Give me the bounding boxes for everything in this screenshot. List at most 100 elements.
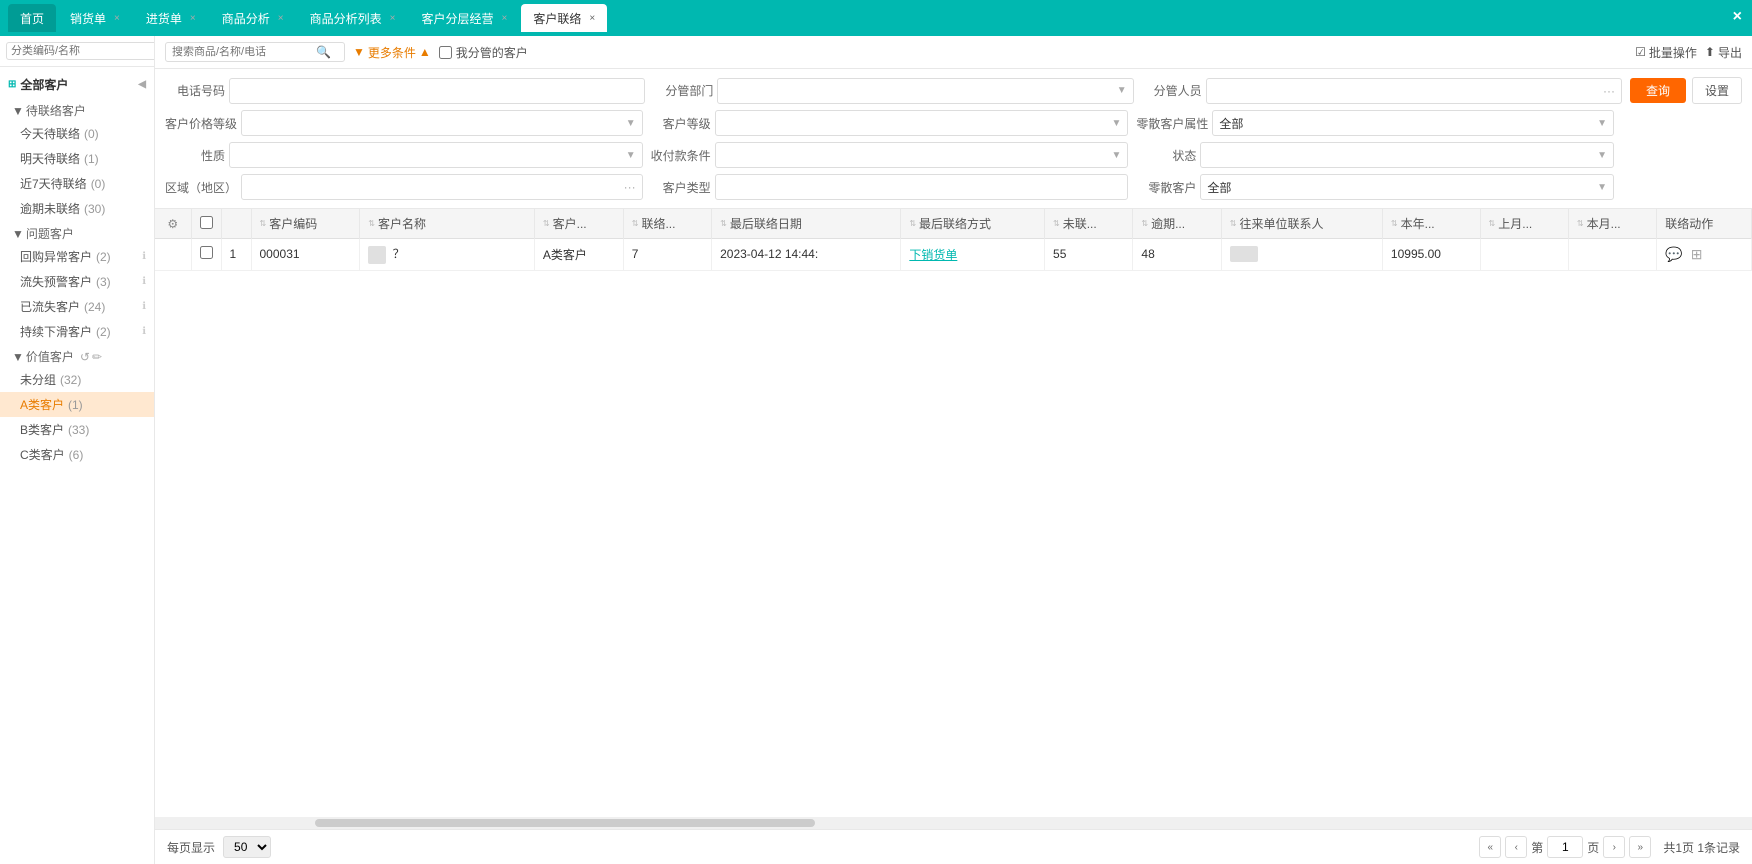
- filter-phone-label: 电话号码: [165, 82, 225, 99]
- sidebar-item-class-b[interactable]: B类客户 (33): [0, 417, 154, 442]
- sidebar-value-refresh-icon[interactable]: ↺: [80, 350, 90, 364]
- filter-customer-level-select[interactable]: ▼: [715, 110, 1129, 136]
- col-last-method-label: 最后联络方式: [919, 215, 991, 232]
- per-page-select[interactable]: 50: [223, 836, 271, 858]
- col-last-month: ⇅ 上月...: [1480, 209, 1568, 239]
- main-layout: 🔍 ⊞ 全部客户 ◀ ▼ 待联络客户 今天待联络 (0) 明天待联络 (1): [0, 36, 1752, 864]
- my-customer-checkbox-label[interactable]: 我分管的客户: [439, 44, 528, 61]
- sidebar-declining-info-icon[interactable]: ℹ: [142, 326, 146, 337]
- sidebar-all-customers[interactable]: ⊞ 全部客户 ◀: [0, 71, 154, 98]
- more-filter-arrow: ▲: [419, 45, 431, 59]
- sidebar-collapse-btn[interactable]: ◀: [138, 79, 146, 90]
- table-row: 1 000031 ？ A类客户 7: [155, 239, 1752, 271]
- tab-analysis-list-close[interactable]: ×: [390, 13, 396, 24]
- sidebar-item-class-a[interactable]: A类客户 (1): [0, 392, 154, 417]
- next-page-button[interactable]: ›: [1603, 836, 1625, 858]
- filter-manager: 分管人员 ···: [1142, 78, 1622, 104]
- table-footer: 每页显示 50 « ‹ 第 页 › » 共1页 1条记录: [155, 829, 1752, 864]
- sidebar-unclassified-count: (32): [60, 373, 81, 387]
- filter-manager-select[interactable]: ···: [1206, 78, 1622, 104]
- sidebar-7days-count: (0): [91, 177, 106, 191]
- sidebar-item-class-c[interactable]: C类客户 (6): [0, 442, 154, 467]
- sidebar-item-overdue[interactable]: 逾期未联络 (30): [0, 196, 154, 221]
- tab-customer-contact[interactable]: 客户联络 ×: [521, 4, 607, 32]
- filter-retail-attr-arrow: ▼: [1597, 118, 1607, 129]
- sidebar-repurchase-info-icon[interactable]: ℹ: [142, 251, 146, 262]
- sidebar-item-unclassified[interactable]: 未分组 (32): [0, 367, 154, 392]
- row-qrcode-icon[interactable]: ⊞: [1691, 246, 1703, 263]
- sidebar-item-today[interactable]: 今天待联络 (0): [0, 121, 154, 146]
- sidebar-churned-info-icon[interactable]: ℹ: [142, 301, 146, 312]
- tab-analysis-close[interactable]: ×: [278, 13, 284, 24]
- table-settings-icon[interactable]: ⚙: [167, 217, 178, 231]
- tab-analysis-label: 商品分析: [222, 10, 270, 27]
- filter-payment-select[interactable]: ▼: [715, 142, 1129, 168]
- sidebar-item-churn-warning[interactable]: 流失预警客户 (3) ℹ: [0, 269, 154, 294]
- col-last-method-sort-icon: ⇅: [909, 219, 916, 228]
- sidebar-item-declining[interactable]: 持续下滑客户 (2) ℹ: [0, 319, 154, 344]
- horizontal-scrollbar[interactable]: [155, 817, 1752, 829]
- sidebar-item-tomorrow[interactable]: 明天待联络 (1): [0, 146, 154, 171]
- window-close-button[interactable]: ×: [1733, 8, 1742, 26]
- tab-customer-segment-close[interactable]: ×: [501, 13, 507, 24]
- tab-sales-close[interactable]: ×: [114, 13, 120, 24]
- sidebar-item-7days[interactable]: 近7天待联络 (0): [0, 171, 154, 196]
- filter-price-level-select[interactable]: ▼: [241, 110, 643, 136]
- tab-analysis-list[interactable]: 商品分析列表 ×: [298, 4, 408, 32]
- filter-region-select[interactable]: ···: [241, 174, 643, 200]
- prev-page-button[interactable]: ‹: [1505, 836, 1527, 858]
- row-checkbox[interactable]: [200, 246, 213, 259]
- row-chat-icon[interactable]: 💬: [1665, 246, 1682, 263]
- tab-purchase-close[interactable]: ×: [190, 13, 196, 24]
- filter-manager-label: 分管人员: [1142, 82, 1202, 99]
- scrollbar-thumb[interactable]: [315, 819, 815, 827]
- filter-nature-select[interactable]: ▼: [229, 142, 643, 168]
- row-level-cell: A类客户: [534, 239, 623, 271]
- tab-purchase[interactable]: 进货单 ×: [134, 4, 208, 32]
- my-customer-checkbox[interactable]: [439, 46, 452, 59]
- filter-customer-type-select[interactable]: [715, 174, 1129, 200]
- col-this-year: ⇅ 本年...: [1382, 209, 1480, 239]
- col-level-sort-icon: ⇅: [543, 219, 550, 228]
- last-page-button[interactable]: »: [1629, 836, 1651, 858]
- main-search-input[interactable]: [172, 46, 312, 58]
- main-search-icon[interactable]: 🔍: [316, 45, 331, 59]
- my-customer-label: 我分管的客户: [456, 44, 528, 61]
- tab-home[interactable]: 首页: [8, 4, 56, 32]
- export-button[interactable]: ⬆ 导出: [1705, 44, 1742, 61]
- tab-sales[interactable]: 销货单 ×: [58, 4, 132, 32]
- filter-phone-input[interactable]: [229, 78, 645, 104]
- col-code-label: 客户编码: [269, 215, 317, 232]
- sidebar-section-value[interactable]: ▼ 价值客户 ↺ ✏: [0, 344, 154, 367]
- filter-retail-customer-select[interactable]: 全部 ▼: [1200, 174, 1614, 200]
- sidebar-section-problem[interactable]: ▼ 问题客户: [0, 221, 154, 244]
- tab-customer-segment[interactable]: 客户分层经营 ×: [409, 4, 519, 32]
- sidebar-value-edit-icon[interactable]: ✏: [92, 350, 102, 364]
- sidebar-churn-warning-label: 流失预警客户: [20, 273, 92, 290]
- sidebar-item-churned[interactable]: 已流失客户 (24) ℹ: [0, 294, 154, 319]
- query-button[interactable]: 查询: [1630, 78, 1686, 103]
- sidebar-value-label: 价值客户: [26, 348, 74, 365]
- more-filter-button[interactable]: ▼ 更多条件 ▲: [353, 44, 431, 61]
- settings-button[interactable]: 设置: [1692, 77, 1742, 104]
- sidebar-churn-warning-info-icon[interactable]: ℹ: [142, 276, 146, 287]
- filter-customer-type-label: 客户类型: [651, 179, 711, 196]
- page-input[interactable]: [1547, 836, 1583, 858]
- filter-retail-attr-select[interactable]: 全部 ▼: [1212, 110, 1614, 136]
- row-checkbox-cell: [191, 239, 221, 271]
- batch-op-button[interactable]: ☑ 批量操作: [1635, 44, 1697, 61]
- sidebar-item-repurchase-abnormal[interactable]: 回购异常客户 (2) ℹ: [0, 244, 154, 269]
- tab-analysis[interactable]: 商品分析 ×: [210, 4, 296, 32]
- sidebar-search-input[interactable]: [6, 42, 155, 60]
- batch-op-label: 批量操作: [1649, 44, 1697, 61]
- first-page-button[interactable]: «: [1479, 836, 1501, 858]
- sidebar-section-pending[interactable]: ▼ 待联络客户: [0, 98, 154, 121]
- table-select-all[interactable]: [200, 216, 213, 229]
- sidebar-today-count: (0): [84, 127, 99, 141]
- row-last-method[interactable]: 下销货单: [909, 248, 957, 262]
- filter-status-select[interactable]: ▼: [1200, 142, 1614, 168]
- tab-customer-contact-close[interactable]: ×: [589, 13, 595, 24]
- filter-dept-select[interactable]: ▼: [717, 78, 1133, 104]
- filter-customer-type: 客户类型: [651, 174, 1129, 200]
- sidebar-churned-count: (24): [84, 300, 105, 314]
